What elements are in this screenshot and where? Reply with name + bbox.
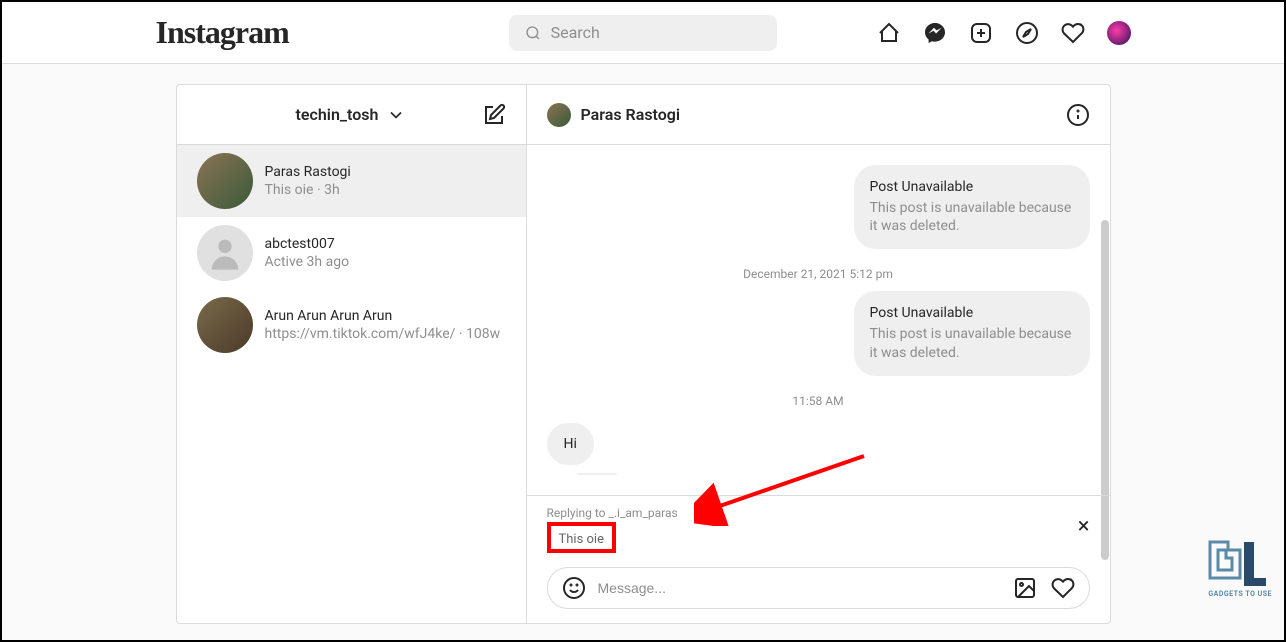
reply-to-label: Replying to _.i_am_paras (547, 506, 1090, 520)
post-body: This post is unavailable because it was … (870, 325, 1074, 361)
account-switcher[interactable]: techin_tosh (296, 105, 407, 125)
search-icon (525, 25, 541, 41)
message-sent[interactable]: Post Unavailable This post is unavailabl… (854, 165, 1090, 249)
search-input[interactable]: Search (509, 15, 777, 51)
profile-avatar[interactable] (1107, 21, 1131, 45)
conversation-item[interactable]: abctest007 Active 3h ago (177, 217, 526, 289)
heart-icon[interactable] (1051, 576, 1075, 600)
activity-icon[interactable] (1061, 21, 1085, 45)
timestamp: 11:58 AM (547, 394, 1090, 408)
message-received (577, 473, 617, 475)
chat-avatar (547, 103, 571, 127)
message-input[interactable] (598, 580, 999, 596)
conversation-name: Arun Arun Arun Arun (265, 308, 501, 324)
conversation-preview: This oie · 3h (265, 182, 351, 198)
conversation-item[interactable]: Paras Rastogi This oie · 3h (177, 145, 526, 217)
search-placeholder: Search (551, 23, 600, 42)
conversation-name: abctest007 (265, 236, 350, 252)
conversation-name: Paras Rastogi (265, 164, 351, 180)
instagram-logo[interactable]: Instagram (156, 14, 289, 51)
avatar (197, 225, 253, 281)
post-title: Post Unavailable (870, 305, 1074, 321)
reply-highlight: This oie (547, 522, 616, 553)
new-post-icon[interactable] (969, 21, 993, 45)
watermark: GADGETS TO USE (1208, 540, 1272, 598)
chat-title[interactable]: Paras Rastogi (581, 105, 1066, 124)
info-icon[interactable] (1066, 103, 1090, 127)
timestamp: December 21, 2021 5:12 pm (547, 267, 1090, 281)
avatar (197, 297, 253, 353)
reply-preview: This oie (559, 532, 604, 547)
post-body: This post is unavailable because it was … (870, 199, 1074, 235)
message-sent[interactable]: Post Unavailable This post is unavailabl… (854, 291, 1090, 375)
conversation-preview: Active 3h ago (265, 254, 350, 270)
post-title: Post Unavailable (870, 179, 1074, 195)
home-icon[interactable] (877, 21, 901, 45)
photo-icon[interactable] (1013, 576, 1037, 600)
emoji-icon[interactable] (562, 576, 586, 600)
conversation-preview: https://vm.tiktok.com/wfJ4ke/ · 108w (265, 326, 501, 342)
chevron-down-icon (386, 105, 406, 125)
message-received[interactable]: Hi (547, 423, 594, 465)
messenger-icon[interactable] (923, 21, 947, 45)
compose-button[interactable] (482, 103, 506, 127)
conversation-item[interactable]: Arun Arun Arun Arun https://vm.tiktok.co… (177, 289, 526, 361)
close-icon[interactable]: × (1078, 514, 1090, 539)
explore-icon[interactable] (1015, 21, 1039, 45)
username: techin_tosh (296, 105, 379, 124)
avatar (197, 153, 253, 209)
